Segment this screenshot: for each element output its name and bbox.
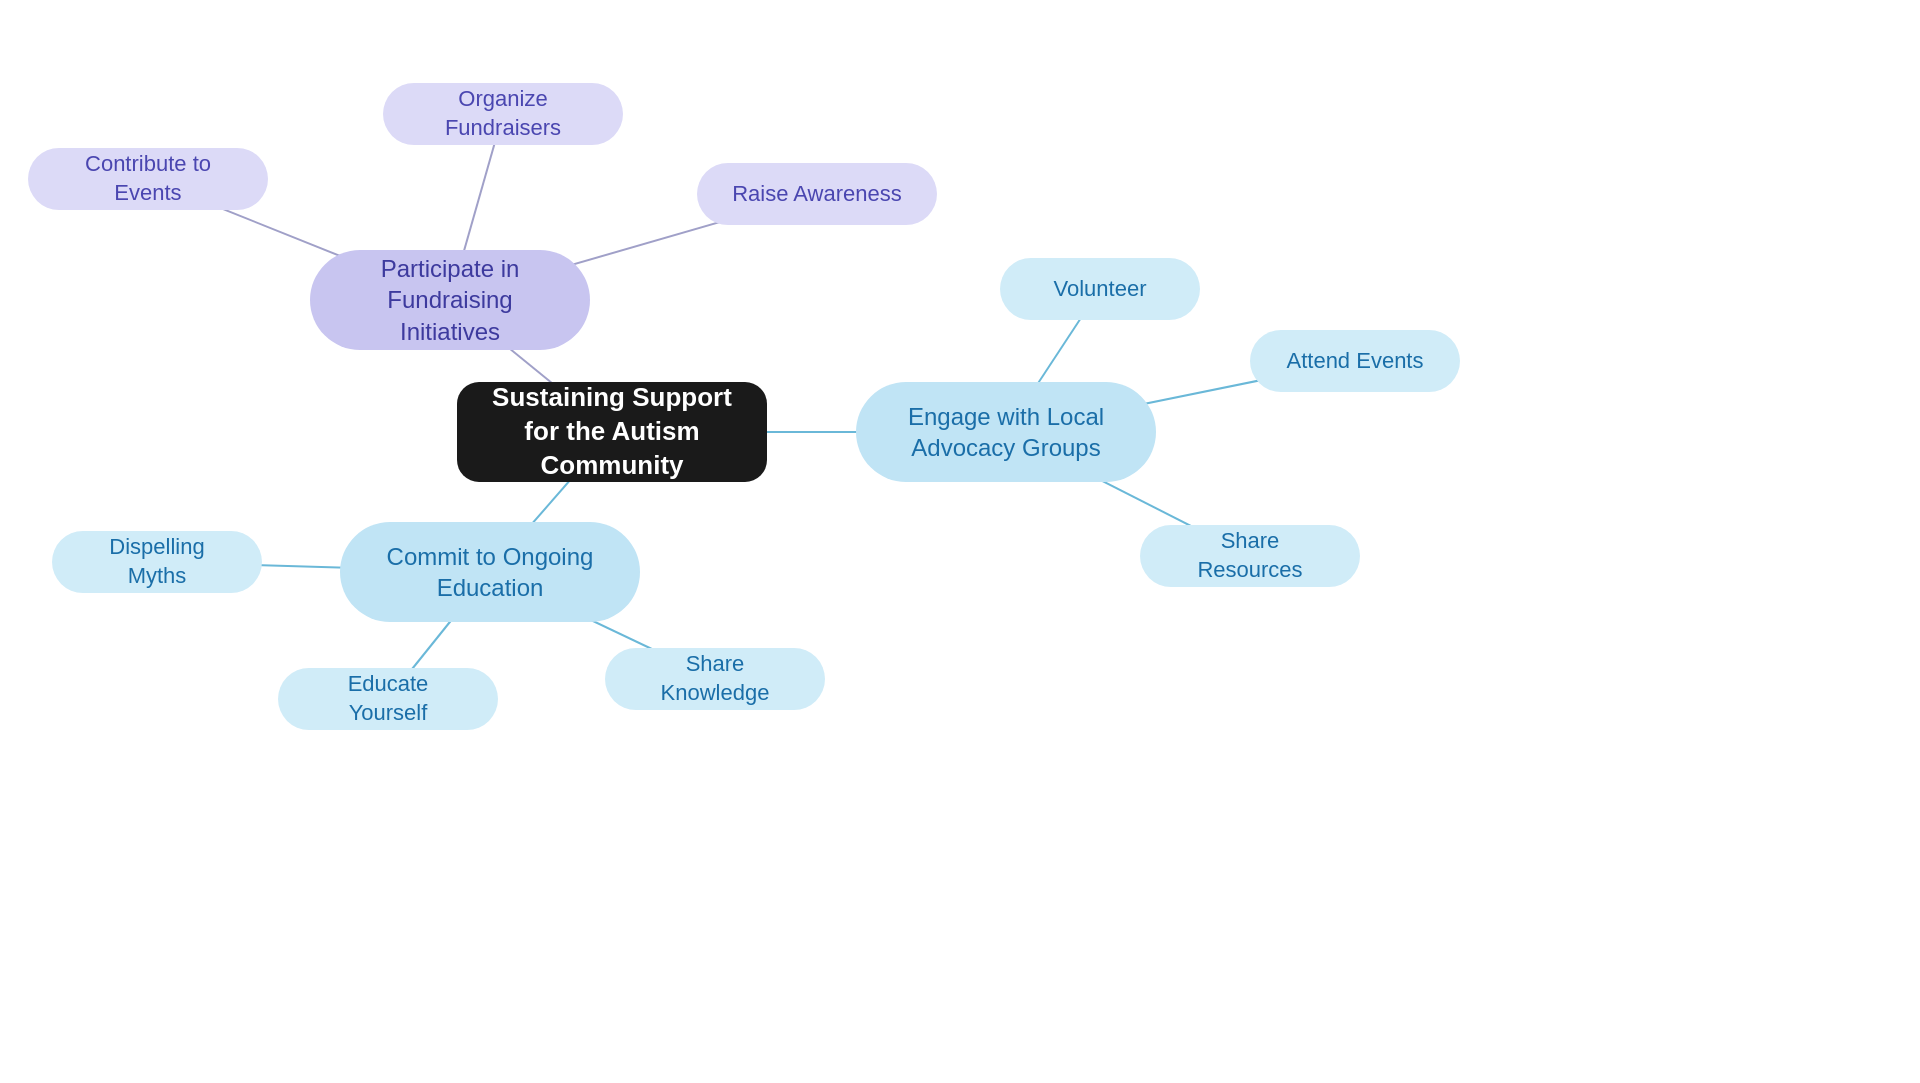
share-resources-label: Share Resources <box>1168 527 1332 584</box>
education-node[interactable]: Commit to Ongoing Education <box>340 522 640 622</box>
dispelling-label: Dispelling Myths <box>80 533 234 590</box>
organize-label: Organize Fundraisers <box>411 85 595 142</box>
contribute-label: Contribute to Events <box>56 150 240 207</box>
attend-events-node[interactable]: Attend Events <box>1250 330 1460 392</box>
raise-label: Raise Awareness <box>732 180 902 209</box>
raise-awareness-node[interactable]: Raise Awareness <box>697 163 937 225</box>
share-knowledge-label: Share Knowledge <box>633 650 797 707</box>
fundraising-node[interactable]: Participate in Fundraising Initiatives <box>310 250 590 350</box>
advocacy-label: Engage with Local Advocacy Groups <box>884 401 1128 463</box>
education-label: Commit to Ongoing Education <box>368 541 612 603</box>
contribute-node[interactable]: Contribute to Events <box>28 148 268 210</box>
share-resources-node[interactable]: Share Resources <box>1140 525 1360 587</box>
fundraising-label: Participate in Fundraising Initiatives <box>338 253 562 347</box>
volunteer-node[interactable]: Volunteer <box>1000 258 1200 320</box>
dispelling-myths-node[interactable]: Dispelling Myths <box>52 531 262 593</box>
attend-label: Attend Events <box>1287 347 1424 376</box>
advocacy-node[interactable]: Engage with Local Advocacy Groups <box>856 382 1156 482</box>
organize-node[interactable]: Organize Fundraisers <box>383 83 623 145</box>
volunteer-label: Volunteer <box>1054 275 1147 304</box>
center-node[interactable]: Sustaining Support for the Autism Commun… <box>457 382 767 482</box>
educate-label: Educate Yourself <box>306 670 470 727</box>
educate-yourself-node[interactable]: Educate Yourself <box>278 668 498 730</box>
share-knowledge-node[interactable]: Share Knowledge <box>605 648 825 710</box>
center-label: Sustaining Support for the Autism Commun… <box>485 381 739 482</box>
